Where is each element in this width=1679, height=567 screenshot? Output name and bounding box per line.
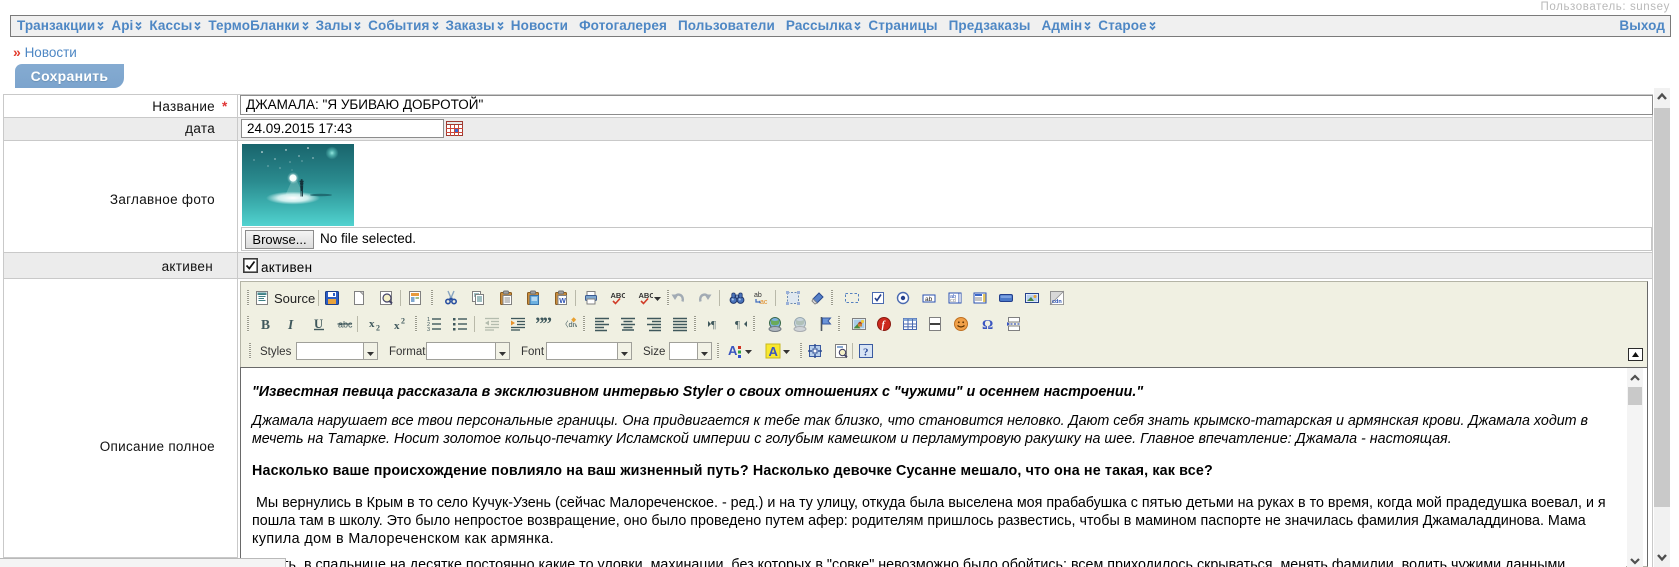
svg-text:Ω: Ω	[982, 318, 993, 332]
svg-text:ABC: ABC	[639, 291, 654, 300]
svg-text:ab: ab	[925, 296, 933, 303]
svg-text:x: x	[394, 320, 400, 332]
svg-text:¶: ¶	[711, 319, 716, 331]
svg-text:I: I	[287, 317, 294, 332]
svg-text:A: A	[728, 343, 738, 358]
svg-text:ab: ab	[754, 292, 762, 299]
svg-text:?: ?	[863, 347, 869, 359]
svg-text:W: W	[559, 298, 566, 305]
svg-text:””: ””	[536, 316, 552, 332]
svg-text:A: A	[769, 344, 779, 359]
svg-text:cdn: cdn	[1052, 299, 1062, 305]
svg-text:ac: ac	[760, 299, 768, 306]
svg-text:cd: cd	[950, 298, 956, 304]
svg-text:x: x	[369, 318, 375, 330]
svg-text:ABC: ABC	[611, 291, 626, 300]
svg-text:2: 2	[401, 317, 405, 326]
svg-text:3: 3	[427, 327, 430, 332]
svg-text:〈div〉: 〈div〉	[561, 320, 577, 329]
svg-text:¶: ¶	[735, 319, 740, 331]
svg-text:2: 2	[376, 324, 380, 333]
svg-text:B: B	[261, 317, 270, 332]
